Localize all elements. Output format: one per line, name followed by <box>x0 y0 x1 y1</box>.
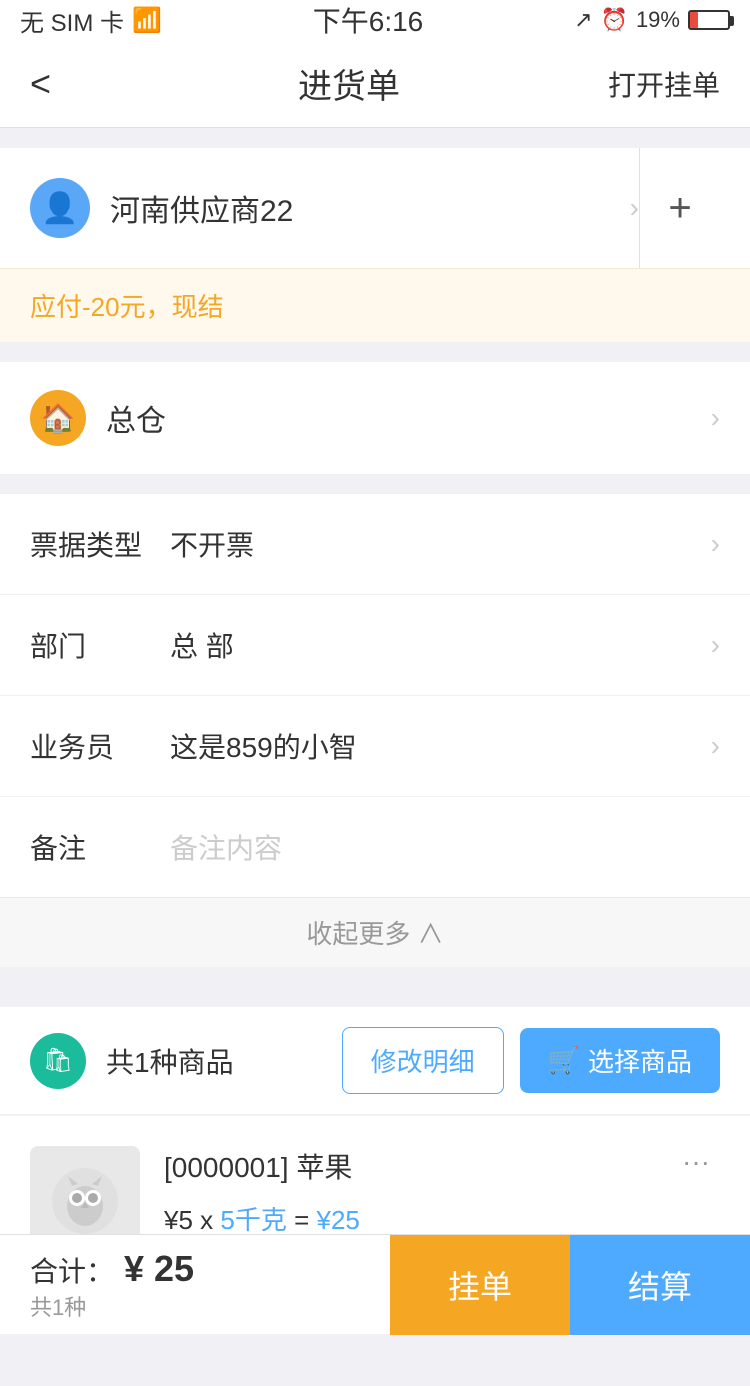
status-left: 无 SIM 卡 📶 <box>20 3 162 38</box>
bottom-bar: 合计： ¥ 25 共1种 挂单 结算 <box>0 1234 750 1334</box>
remark-input[interactable]: 备注内容 <box>150 827 720 867</box>
form-section: 票据类型 不开票 › 部门 总 部 › 业务员 这是859的小智 › 备注 备注… <box>0 494 750 897</box>
owl-logo-icon <box>50 1166 120 1236</box>
gap3 <box>0 967 750 987</box>
warehouse-inner: 🏠 总仓 › <box>30 362 720 474</box>
invoice-type-value: 不开票 <box>150 524 701 564</box>
product-more-button[interactable]: ··· <box>672 1146 720 1178</box>
total-main: 合计： ¥ 25 <box>30 1248 360 1290</box>
select-product-button[interactable]: 🛒 选择商品 <box>520 1028 720 1093</box>
location-icon: ↗ <box>574 7 592 33</box>
back-button[interactable]: < <box>30 63 90 105</box>
battery-fill <box>690 12 698 28</box>
total-amount: ¥ 25 <box>124 1248 194 1290</box>
warehouse-section[interactable]: 🏠 总仓 › <box>0 362 750 474</box>
supplier-section: 👤 河南供应商22 › + <box>0 148 750 268</box>
carrier-text: 无 SIM 卡 <box>20 3 124 38</box>
product-count-label: 共1种商品 <box>106 1041 342 1081</box>
checkout-button[interactable]: 结算 <box>570 1235 750 1335</box>
product-unit-price: ¥5 x <box>164 1205 220 1235</box>
product-total-price: ¥25 <box>316 1205 359 1235</box>
select-product-label: 选择商品 <box>588 1042 692 1079</box>
invoice-type-label: 票据类型 <box>30 524 150 564</box>
product-title: 苹果 <box>296 1152 352 1183</box>
alarm-icon: ⏰ <box>601 7 628 33</box>
invoice-type-chevron-icon: › <box>711 528 720 560</box>
status-bar: 无 SIM 卡 📶 下午6:16 ↗ ⏰ 19% <box>0 0 750 40</box>
product-equal: = <box>287 1205 317 1235</box>
supplier-chevron-icon: › <box>630 192 639 224</box>
total-label: 合计： <box>30 1250 114 1290</box>
product-info: [0000001] 苹果 ¥5 x 5千克 = ¥25 <box>164 1146 672 1237</box>
product-toolbar: 🛍 共1种商品 修改明细 🛒 选择商品 <box>0 1007 750 1114</box>
gap1 <box>0 128 750 148</box>
nav-bar: < 进货单 打开挂单 <box>0 40 750 128</box>
department-value: 总 部 <box>150 625 701 665</box>
notice-bar: 应付-20元，现结 <box>0 268 750 342</box>
product-price: ¥5 x 5千克 = ¥25 <box>164 1200 672 1237</box>
battery-text: 19% <box>636 7 680 33</box>
invoice-type-row[interactable]: 票据类型 不开票 › <box>0 494 750 595</box>
salesman-value: 这是859的小智 <box>150 726 701 766</box>
supplier-main[interactable]: 👤 河南供应商22 › <box>30 148 640 268</box>
total-area: 合计： ¥ 25 共1种 <box>0 1248 390 1322</box>
product-code: [0000001] <box>164 1152 289 1183</box>
salesman-row[interactable]: 业务员 这是859的小智 › <box>0 696 750 797</box>
cart-icon: 🛒 <box>548 1045 580 1076</box>
product-name: [0000001] 苹果 <box>164 1146 672 1186</box>
collapse-button[interactable]: 收起更多 ∧ <box>0 897 750 967</box>
open-hang-button[interactable]: 打开挂单 <box>608 64 720 104</box>
remark-row[interactable]: 备注 备注内容 <box>0 797 750 897</box>
supplier-avatar: 👤 <box>30 178 90 238</box>
salesman-label: 业务员 <box>30 726 150 766</box>
remark-label: 备注 <box>30 827 150 867</box>
hang-order-button[interactable]: 挂单 <box>390 1235 570 1335</box>
product-bag-icon: 🛍 <box>30 1033 86 1089</box>
add-supplier-button[interactable]: + <box>640 186 720 231</box>
wifi-icon: 📶 <box>132 6 162 35</box>
battery-icon <box>688 10 730 30</box>
department-row[interactable]: 部门 总 部 › <box>0 595 750 696</box>
salesman-chevron-icon: › <box>711 730 720 762</box>
page-title: 进货单 <box>298 59 400 108</box>
status-right: ↗ ⏰ 19% <box>574 7 730 33</box>
product-qty: 5千克 <box>220 1205 286 1235</box>
warehouse-name: 总仓 <box>106 396 701 440</box>
status-time: 下午6:16 <box>313 0 424 40</box>
modify-detail-button[interactable]: 修改明细 <box>342 1027 504 1094</box>
total-sub: 共1种 <box>30 1290 360 1322</box>
department-chevron-icon: › <box>711 629 720 661</box>
gap2 <box>0 342 750 362</box>
warehouse-icon: 🏠 <box>30 390 86 446</box>
supplier-name: 河南供应商22 <box>110 186 620 230</box>
department-label: 部门 <box>30 625 150 665</box>
warehouse-chevron-icon: › <box>711 402 720 434</box>
